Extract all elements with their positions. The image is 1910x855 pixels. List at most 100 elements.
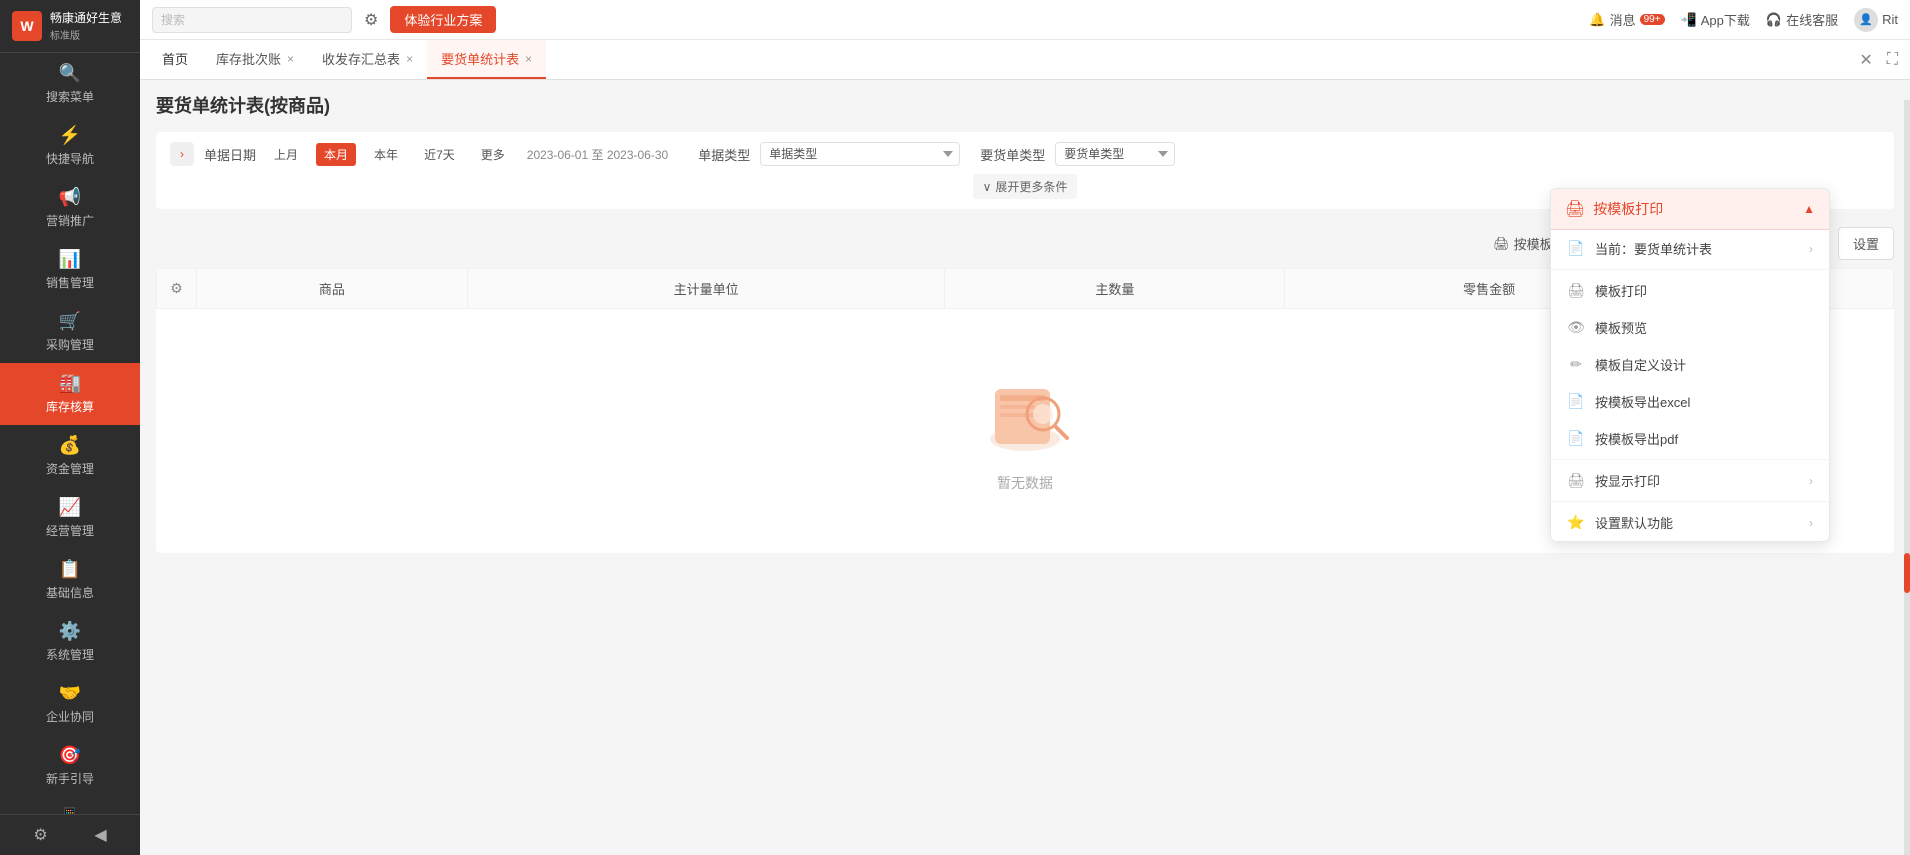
chart-icon: 📊 [59, 249, 81, 270]
tab-receive-summary-close[interactable]: × [406, 52, 413, 66]
message-button[interactable]: 🔔 消息 99+ [1589, 10, 1664, 29]
sidebar-item-sales[interactable]: 📊 销售管理 [0, 239, 140, 301]
logo-text-group: 畅康通好生意 标准版 [50, 10, 122, 42]
empty-text: 暂无数据 [997, 473, 1053, 493]
sidebar-item-search[interactable]: 🔍 搜索菜单 [0, 53, 140, 115]
dropdown-close-icon[interactable]: ▲ [1803, 202, 1815, 216]
template-excel-icon: 📄 [1567, 393, 1585, 410]
user-avatar[interactable]: 👤 Rit [1854, 8, 1898, 32]
dropdown-item-display-print[interactable]: 🖨 按显示打印 › [1551, 462, 1829, 499]
sidebar-item-operation[interactable]: 📈 经营管理 [0, 487, 140, 549]
scrollbar-thumb [1904, 553, 1910, 593]
close-all-tabs-button[interactable]: ✕ [1855, 46, 1876, 74]
dropdown-divider-2 [1551, 459, 1829, 460]
sidebar-item-guide[interactable]: 🎯 新手引导 [0, 735, 140, 797]
sidebar-item-system[interactable]: ⚙️ 系统管理 [0, 611, 140, 673]
date-btn-this-year[interactable]: 本年 [366, 143, 406, 166]
date-btn-this-month[interactable]: 本月 [316, 143, 356, 166]
dropdown-item-label: 按显示打印 [1595, 471, 1660, 490]
warehouse-icon: 🏭 [59, 373, 81, 394]
online-service-button[interactable]: 🎧 在线客服 [1766, 10, 1838, 29]
dropdown-item-template-print[interactable]: 🖨 模板打印 [1551, 272, 1829, 309]
sidebar-item-inventory[interactable]: 🏭 库存核算 [0, 363, 140, 425]
date-btn-more[interactable]: 更多 [473, 143, 513, 166]
avatar-icon: 👤 [1854, 8, 1878, 32]
column-settings-icon[interactable]: ⚙ [170, 280, 183, 296]
sidebar-item-label: 库存核算 [46, 398, 94, 415]
sidebar-item-label: 资金管理 [46, 460, 94, 477]
topbar-search-box[interactable]: 搜索 [152, 7, 352, 33]
sidebar-item-label: 快捷导航 [46, 150, 94, 167]
topbar-settings-icon[interactable]: ⚙ [364, 10, 378, 30]
dropdown-current-label: 当前：要货单统计表 [1595, 239, 1712, 258]
search-icon: 🔍 [59, 63, 81, 84]
dropdown-item-template-excel[interactable]: 📄 按模板导出excel [1551, 383, 1829, 420]
tab-order-stats-label: 要货单统计表 [441, 49, 519, 68]
dropdown-item-template-design[interactable]: ✏ 模板自定义设计 [1551, 346, 1829, 383]
collapse-icon[interactable]: ◀ [94, 825, 106, 845]
date-btn-last-7-days[interactable]: 近7天 [416, 143, 463, 166]
tab-inventory-batch-label: 库存批次账 [216, 49, 281, 68]
app-edition: 标准版 [50, 27, 122, 42]
message-label: 消息 [1610, 10, 1636, 29]
tab-inventory-batch[interactable]: 库存批次账 × [202, 40, 308, 79]
trial-industry-button[interactable]: 体验行业方案 [390, 6, 496, 33]
page-title: 要货单统计表(按商品) [156, 92, 1894, 118]
dropdown-item-template-pdf[interactable]: 📄 按模板导出pdf [1551, 420, 1829, 457]
sidebar-item-label: 搜索菜单 [46, 88, 94, 105]
tabbar-actions: ✕ ⛶ [1855, 40, 1902, 79]
sidebar-item-label: 企业协同 [46, 708, 94, 725]
settings-button[interactable]: 设置 [1838, 227, 1894, 260]
tab-home[interactable]: 首页 [148, 40, 202, 79]
tab-order-stats[interactable]: 要货单统计表 × [427, 40, 546, 79]
empty-illustration [975, 369, 1075, 459]
template-print-icon: 🖨 [1567, 282, 1585, 299]
print-template-dropdown: 🖨 按模板打印 ▲ 📄 当前：要货单统计表 › 🖨 模板打印 � [1550, 188, 1830, 542]
sidebar-item-label: 采购管理 [46, 336, 94, 353]
bell-icon: 🔔 [1589, 12, 1605, 28]
sidebar-item-label: 基础信息 [46, 584, 94, 601]
dropdown-item-label: 模板自定义设计 [1595, 355, 1686, 374]
expand-filter-button[interactable]: ∨ 展开更多条件 [973, 174, 1078, 199]
sidebar-item-basic[interactable]: 📋 基础信息 [0, 549, 140, 611]
template-pdf-icon: 📄 [1567, 430, 1585, 447]
settings-bottom-icon[interactable]: ⚙ [33, 825, 47, 845]
sidebar-item-finance[interactable]: 💰 资金管理 [0, 425, 140, 487]
sidebar-item-enterprise[interactable]: 🤝 企业协同 [0, 673, 140, 735]
app-logo: W 畅康通好生意 标准版 [0, 0, 140, 53]
date-btn-last-month[interactable]: 上月 [266, 143, 306, 166]
right-scrollbar[interactable] [1904, 100, 1910, 855]
sidebar-item-label: 新手引导 [46, 770, 94, 787]
printer-dropdown-icon: 🖨 [1565, 199, 1585, 219]
sidebar-bottom: ⚙ ◀ [0, 814, 140, 855]
sidebar-item-purchase[interactable]: 🛒 采购管理 [0, 301, 140, 363]
dropdown-current-template[interactable]: 📄 当前：要货单统计表 › [1551, 230, 1829, 267]
type-label: 单据类型 [698, 145, 750, 164]
sidebar-item-appstore[interactable]: 📱 应用中心 [0, 797, 140, 814]
type-select[interactable]: 单据类型 [760, 142, 960, 166]
date-label: 单据日期 [204, 145, 256, 164]
app-download-button[interactable]: 📲 App下载 [1681, 10, 1750, 29]
dropdown-current-arrow: › [1809, 242, 1813, 256]
tab-order-stats-close[interactable]: × [525, 52, 532, 66]
megaphone-icon: 📢 [59, 187, 81, 208]
topbar-right-area: 🔔 消息 99+ 📲 App下载 🎧 在线客服 👤 Rit [1589, 8, 1898, 32]
chevron-down-icon: ∨ [983, 180, 992, 194]
col-settings[interactable]: ⚙ [157, 269, 197, 309]
order-type-select[interactable]: 要货单类型 [1055, 142, 1175, 166]
filter-toggle-button[interactable]: › [170, 142, 194, 166]
sidebar-item-quick-nav[interactable]: ⚡ 快捷导航 [0, 115, 140, 177]
dropdown-divider-3 [1551, 501, 1829, 502]
filter-row-1: › 单据日期 上月 本月 本年 近7天 更多 2023-06-01 至 2023… [170, 142, 1880, 166]
tab-receive-summary[interactable]: 收发存汇总表 × [308, 40, 427, 79]
chevron-right-icon: › [180, 147, 184, 161]
sidebar-item-marketing[interactable]: 📢 营销推广 [0, 177, 140, 239]
sidebar-nav: 🔍 搜索菜单 ⚡ 快捷导航 📢 营销推广 📊 销售管理 🛒 采购管理 🏭 [0, 53, 140, 814]
tab-inventory-batch-close[interactable]: × [287, 52, 294, 66]
maximize-tab-button[interactable]: ⛶ [1883, 47, 1902, 73]
dropdown-item-set-default[interactable]: ⭐ 设置默认功能 › [1551, 504, 1829, 541]
dropdown-item-template-preview[interactable]: 👁 模板预览 [1551, 309, 1829, 346]
dropdown-item-label: 按模板导出excel [1595, 392, 1690, 411]
sidebar-item-label: 系统管理 [46, 646, 94, 663]
mobile-icon: 📱 [59, 807, 81, 814]
